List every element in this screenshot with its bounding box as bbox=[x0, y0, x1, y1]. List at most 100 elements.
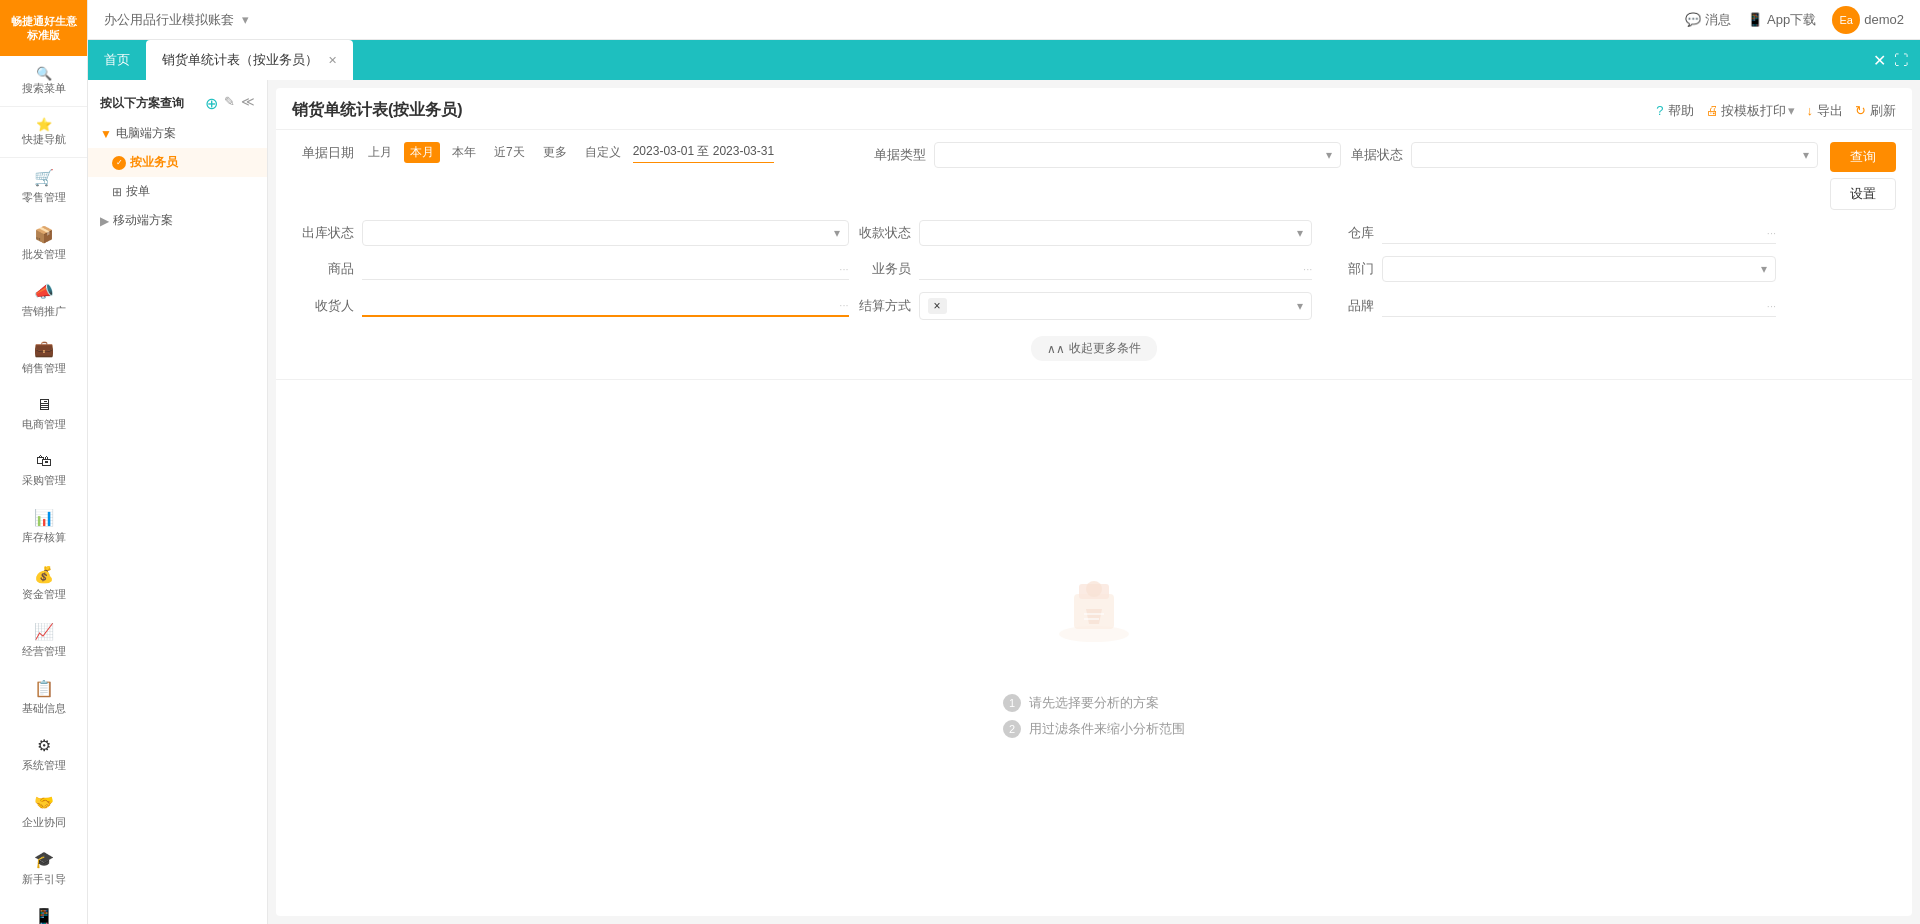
sidebar-search[interactable]: 🔍 搜索菜单 bbox=[0, 56, 87, 107]
date-btn-this-year[interactable]: 本年 bbox=[446, 142, 482, 163]
print-btn[interactable]: 🖨 按模板打印 ▾ bbox=[1706, 102, 1795, 120]
tab-sales-stat[interactable]: 销货单统计表（按业务员） ✕ bbox=[146, 40, 353, 80]
sidebar-item-finance[interactable]: 💰 资金管理 bbox=[0, 555, 87, 612]
date-btn-more[interactable]: 更多 bbox=[537, 142, 573, 163]
print-icon: 🖨 bbox=[1706, 103, 1719, 118]
collapse-up-icon: ∧∧ bbox=[1047, 342, 1065, 356]
sidebar-item-operation[interactable]: 📈 经营管理 bbox=[0, 612, 87, 669]
out-status-label: 出库状态 bbox=[292, 224, 362, 242]
sidebar-quick-nav[interactable]: ⭐ 快捷导航 bbox=[0, 107, 87, 158]
receiver-ellipsis: ··· bbox=[839, 299, 848, 311]
tree-expand-icon: ▼ bbox=[100, 127, 112, 141]
tab-home[interactable]: 首页 bbox=[88, 40, 146, 80]
tree-section-mobile[interactable]: ▶ 移动端方案 bbox=[88, 206, 267, 235]
sidebar-item-basic[interactable]: 📋 基础信息 bbox=[0, 669, 87, 726]
settings-btn[interactable]: 设置 bbox=[1830, 178, 1896, 210]
warehouse-input[interactable]: ··· bbox=[1382, 223, 1776, 244]
window-close-icon[interactable]: ✕ bbox=[1873, 51, 1886, 70]
purchase-icon: 🛍 bbox=[36, 452, 52, 470]
goods-input[interactable]: ··· bbox=[362, 259, 849, 280]
dept-label: 部门 bbox=[1312, 260, 1382, 278]
sidebar-item-appstore[interactable]: 📱 应用中心 bbox=[0, 897, 87, 924]
user-avatar: Ea bbox=[1832, 6, 1860, 34]
staff-input[interactable]: ··· bbox=[919, 259, 1313, 280]
sidebar-item-retail[interactable]: 🛒 零售管理 bbox=[0, 158, 87, 215]
message-btn[interactable]: 💬 消息 bbox=[1685, 11, 1731, 29]
sidebar-item-newbie[interactable]: 🎓 新手引导 bbox=[0, 840, 87, 897]
staff-ellipsis: ··· bbox=[1303, 263, 1312, 275]
doc-status-arrow: ▾ bbox=[1803, 148, 1809, 162]
edit-scheme-icon[interactable]: ✎ bbox=[224, 94, 235, 113]
collapse-row: ∧∧ 收起更多条件 bbox=[292, 330, 1896, 367]
date-btn-last-month[interactable]: 上月 bbox=[362, 142, 398, 163]
sidebar-item-sales[interactable]: 💼 销售管理 bbox=[0, 329, 87, 386]
ecommerce-icon: 🖥 bbox=[36, 396, 52, 414]
doc-type-select[interactable]: ▾ bbox=[934, 142, 1341, 168]
tree-item-by-order[interactable]: ⊞ 按单 bbox=[88, 177, 267, 206]
left-panel: 按以下方案查询 ⊕ ✎ ≪ ▼ 电脑端方案 ✓ 按业务员 ⊞ 按单 bbox=[88, 80, 268, 924]
retail-icon: 🛒 bbox=[34, 168, 54, 187]
brand-ellipsis: ··· bbox=[1767, 300, 1776, 312]
left-panel-title: 按以下方案查询 bbox=[100, 95, 184, 112]
tree-section-desktop[interactable]: ▼ 电脑端方案 bbox=[88, 119, 267, 148]
tabbar: 首页 销货单统计表（按业务员） ✕ ✕ ⛶ bbox=[88, 40, 1920, 80]
tip2-text: 用过滤条件来缩小分析范围 bbox=[1029, 720, 1185, 738]
export-btn[interactable]: ↓ 导出 bbox=[1807, 102, 1844, 120]
doc-type-arrow: ▾ bbox=[1326, 148, 1332, 162]
warehouse-ellipsis: ··· bbox=[1767, 227, 1776, 239]
date-btn-custom[interactable]: 自定义 bbox=[579, 142, 627, 163]
topbar-left: 办公用品行业模拟账套 ▾ bbox=[104, 11, 249, 29]
sidebar-item-wholesale[interactable]: 📦 批发管理 bbox=[0, 215, 87, 272]
user-area[interactable]: Ea demo2 bbox=[1832, 6, 1904, 34]
sidebar-item-ecommerce[interactable]: 🖥 电商管理 bbox=[0, 386, 87, 442]
message-icon: 💬 bbox=[1685, 12, 1701, 27]
tree-item-by-staff[interactable]: ✓ 按业务员 bbox=[88, 148, 267, 177]
collapse-panel-icon[interactable]: ≪ bbox=[241, 94, 255, 113]
sidebar-item-system[interactable]: ⚙ 系统管理 bbox=[0, 726, 87, 783]
print-dropdown-icon[interactable]: ▾ bbox=[1788, 103, 1795, 118]
page-title: 销货单统计表(按业务员) bbox=[292, 100, 463, 121]
pay-status-label: 收款状态 bbox=[849, 224, 919, 242]
date-btn-7days[interactable]: 近7天 bbox=[488, 142, 531, 163]
help-btn[interactable]: ? 帮助 bbox=[1656, 102, 1693, 120]
settlement-tag: × bbox=[928, 298, 947, 314]
dept-select[interactable]: ▾ bbox=[1382, 256, 1776, 282]
empty-state: 1 请先选择要分析的方案 2 用过滤条件来缩小分析范围 bbox=[276, 380, 1912, 916]
empty-tip-2: 2 用过滤条件来缩小分析范围 bbox=[1003, 720, 1185, 738]
settlement-select[interactable]: × ▾ bbox=[919, 292, 1313, 320]
query-buttons: 查询 设置 bbox=[1830, 142, 1896, 210]
date-range-display[interactable]: 2023-03-01 至 2023-03-31 bbox=[633, 143, 774, 163]
query-btn[interactable]: 查询 bbox=[1830, 142, 1896, 172]
refresh-btn[interactable]: ↻ 刷新 bbox=[1855, 102, 1896, 120]
app-download-btn[interactable]: 📱 App下载 bbox=[1747, 11, 1816, 29]
date-filter: 上月 本月 本年 近7天 更多 自定义 2023-03-01 至 2023-03… bbox=[362, 142, 864, 163]
basic-icon: 📋 bbox=[34, 679, 54, 698]
order-icon: ⊞ bbox=[112, 185, 122, 199]
left-panel-icons: ⊕ ✎ ≪ bbox=[205, 94, 255, 113]
logo[interactable]: 畅捷通好生意 标准版 bbox=[0, 0, 87, 56]
date-btn-this-month[interactable]: 本月 bbox=[404, 142, 440, 163]
collapse-btn[interactable]: ∧∧ 收起更多条件 bbox=[1031, 336, 1157, 361]
tree-collapsed-icon: ▶ bbox=[100, 214, 109, 228]
right-panel: 销货单统计表(按业务员) ? 帮助 🖨 按模板打印 ▾ ↓ 导出 bbox=[276, 88, 1912, 916]
brand-input[interactable]: ··· bbox=[1382, 296, 1776, 317]
topbar-dropdown-icon[interactable]: ▾ bbox=[242, 12, 249, 27]
staff-label: 业务员 bbox=[849, 260, 919, 278]
sidebar-item-enterprise[interactable]: 🤝 企业协同 bbox=[0, 783, 87, 840]
doc-status-select[interactable]: ▾ bbox=[1411, 142, 1818, 168]
sidebar-item-marketing[interactable]: 📣 营销推广 bbox=[0, 272, 87, 329]
window-expand-icon[interactable]: ⛶ bbox=[1894, 52, 1908, 68]
sidebar-item-inventory[interactable]: 📊 库存核算 bbox=[0, 498, 87, 555]
goods-ellipsis: ··· bbox=[839, 263, 848, 275]
nav-icon: ⭐ bbox=[4, 117, 83, 132]
add-scheme-icon[interactable]: ⊕ bbox=[205, 94, 218, 113]
empty-tips: 1 请先选择要分析的方案 2 用过滤条件来缩小分析范围 bbox=[1003, 694, 1185, 738]
out-status-select[interactable]: ▾ bbox=[362, 220, 849, 246]
receiver-input[interactable]: ··· bbox=[362, 295, 849, 317]
sidebar-item-purchase[interactable]: 🛍 采购管理 bbox=[0, 442, 87, 498]
pay-status-select[interactable]: ▾ bbox=[919, 220, 1313, 246]
sidebar-menu: 🛒 零售管理 📦 批发管理 📣 营销推广 💼 销售管理 🖥 电商管理 🛍 采购管… bbox=[0, 158, 87, 924]
empty-tip-1: 1 请先选择要分析的方案 bbox=[1003, 694, 1185, 712]
tab-close-icon[interactable]: ✕ bbox=[328, 54, 337, 67]
receiver-label: 收货人 bbox=[292, 297, 362, 315]
